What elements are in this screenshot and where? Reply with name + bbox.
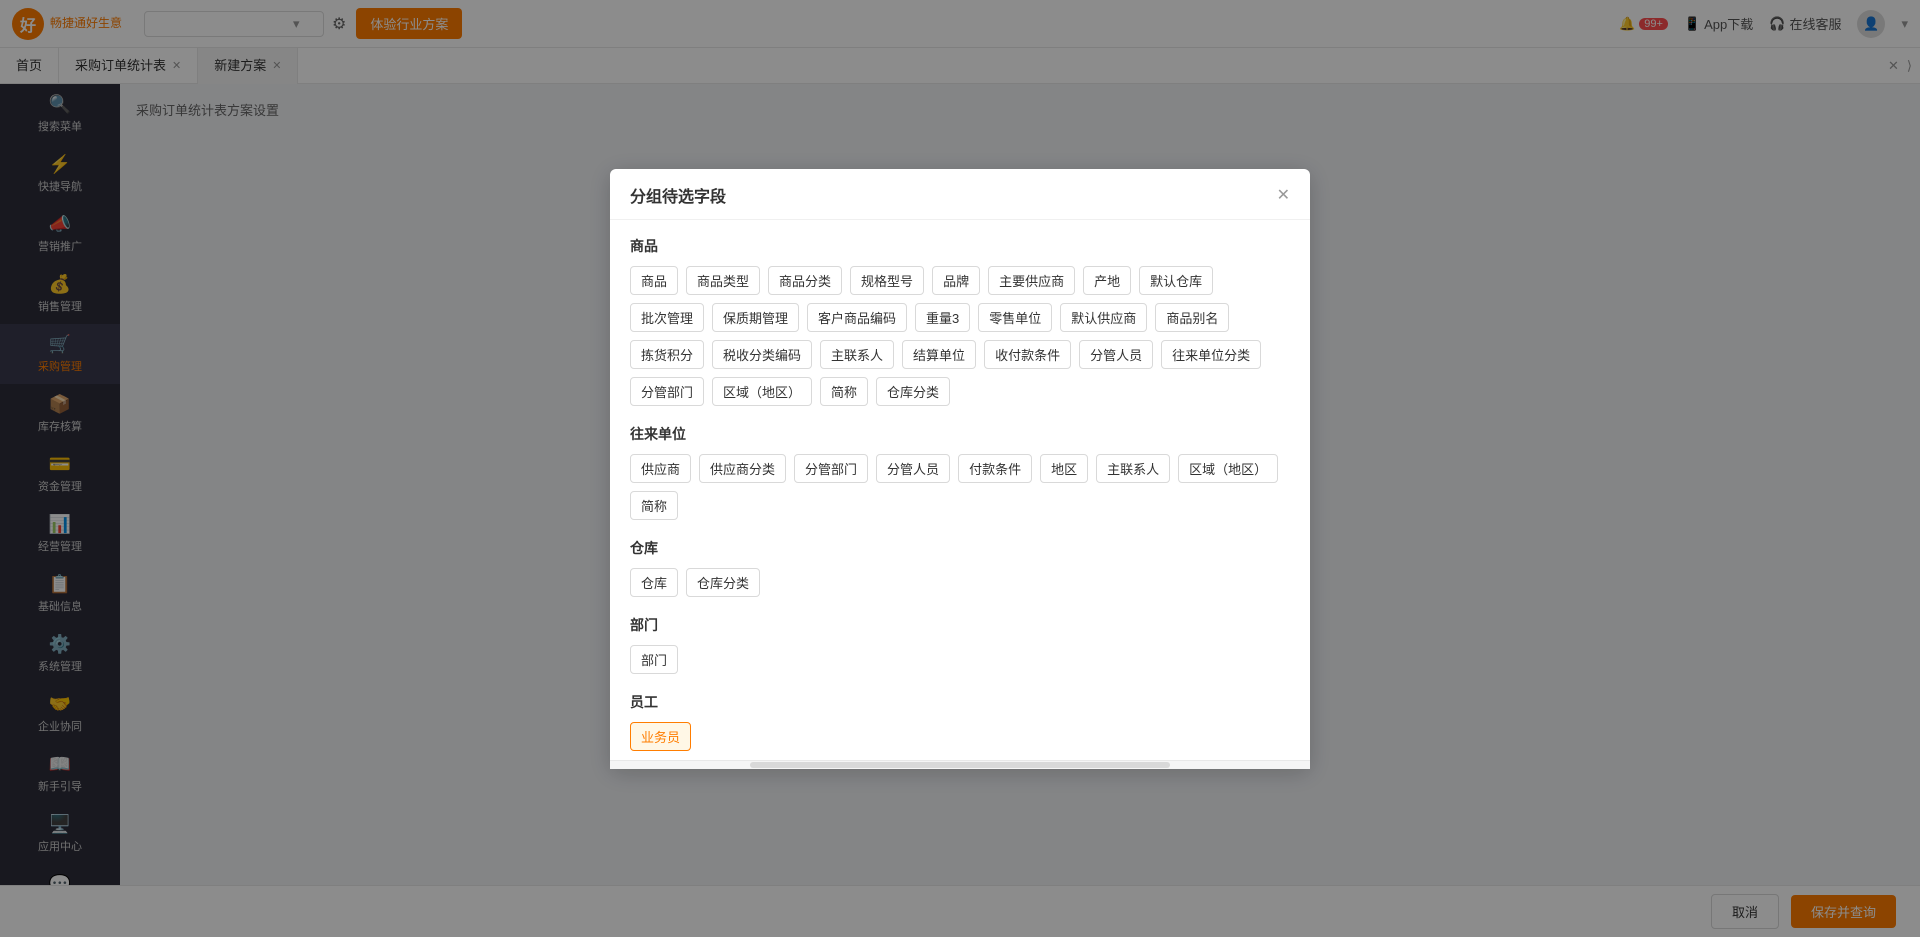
field-tags-1: 供应商供应商分类分管部门分管人员付款条件地区主联系人区域（地区） 简称 [630, 454, 1290, 520]
field-section-4: 员工业务员 [630, 692, 1290, 751]
field-tag-0-16[interactable]: 税收分类编码 [712, 340, 812, 369]
field-tag-1-6[interactable]: 主联系人 [1096, 454, 1170, 483]
field-tag-1-1[interactable]: 供应商分类 [699, 454, 786, 483]
field-tag-0-15[interactable]: 拣货积分 [630, 340, 704, 369]
field-tag-0-0[interactable]: 商品 [630, 266, 678, 295]
field-tag-0-24[interactable]: 简称 [820, 377, 868, 406]
dialog-title: 分组待选字段 [630, 183, 726, 207]
section-title-3: 部门 [630, 615, 1290, 635]
field-section-3: 部门部门 [630, 615, 1290, 674]
overlay: 分组待选字段 ✕ 商品商品商品类型商品分类规格型号品牌主要供应商产地默认仓库批次… [0, 0, 1920, 937]
field-tag-0-20[interactable]: 分管人员 [1079, 340, 1153, 369]
field-tag-4-0[interactable]: 业务员 [630, 722, 691, 751]
field-tag-0-9[interactable]: 保质期管理 [712, 303, 799, 332]
field-tag-1-8[interactable]: 简称 [630, 491, 678, 520]
field-tags-0: 商品商品类型商品分类规格型号品牌主要供应商产地默认仓库批次管理保质期管理客户商品… [630, 266, 1290, 406]
field-section-1: 往来单位供应商供应商分类分管部门分管人员付款条件地区主联系人区域（地区） 简称 [630, 424, 1290, 520]
field-tag-1-4[interactable]: 付款条件 [958, 454, 1032, 483]
dialog-header: 分组待选字段 ✕ [610, 169, 1310, 220]
field-select-dialog: 分组待选字段 ✕ 商品商品商品类型商品分类规格型号品牌主要供应商产地默认仓库批次… [610, 169, 1310, 769]
field-tag-2-1[interactable]: 仓库分类 [686, 568, 760, 597]
field-tags-2: 仓库仓库分类 [630, 568, 1290, 597]
field-tags-4: 业务员 [630, 722, 1290, 751]
section-title-2: 仓库 [630, 538, 1290, 558]
field-tag-1-0[interactable]: 供应商 [630, 454, 691, 483]
field-tag-1-2[interactable]: 分管部门 [794, 454, 868, 483]
section-title-4: 员工 [630, 692, 1290, 712]
field-tag-0-2[interactable]: 商品分类 [768, 266, 842, 295]
field-tag-0-18[interactable]: 结算单位 [902, 340, 976, 369]
field-tag-0-13[interactable]: 默认供应商 [1060, 303, 1147, 332]
section-title-1: 往来单位 [630, 424, 1290, 444]
field-tag-2-0[interactable]: 仓库 [630, 568, 678, 597]
field-tag-0-11[interactable]: 重量3 [915, 303, 970, 332]
field-tag-0-17[interactable]: 主联系人 [820, 340, 894, 369]
field-tag-0-5[interactable]: 主要供应商 [988, 266, 1075, 295]
field-section-0: 商品商品商品类型商品分类规格型号品牌主要供应商产地默认仓库批次管理保质期管理客户… [630, 236, 1290, 406]
field-tag-1-7[interactable]: 区域（地区） [1178, 454, 1278, 483]
field-tag-0-19[interactable]: 收付款条件 [984, 340, 1071, 369]
field-tag-0-10[interactable]: 客户商品编码 [807, 303, 907, 332]
field-tag-0-7[interactable]: 默认仓库 [1139, 266, 1213, 295]
close-icon[interactable]: ✕ [1277, 185, 1290, 205]
field-tag-0-4[interactable]: 品牌 [932, 266, 980, 295]
dialog-body[interactable]: 商品商品商品类型商品分类规格型号品牌主要供应商产地默认仓库批次管理保质期管理客户… [610, 220, 1310, 761]
field-tag-0-1[interactable]: 商品类型 [686, 266, 760, 295]
field-tag-0-12[interactable]: 零售单位 [978, 303, 1052, 332]
field-tag-0-25[interactable]: 仓库分类 [876, 377, 950, 406]
field-tag-1-3[interactable]: 分管人员 [876, 454, 950, 483]
field-tags-3: 部门 [630, 645, 1290, 674]
field-tag-3-0[interactable]: 部门 [630, 645, 678, 674]
field-tag-0-8[interactable]: 批次管理 [630, 303, 704, 332]
field-tag-1-5[interactable]: 地区 [1040, 454, 1088, 483]
field-tag-0-23[interactable]: 区域（地区） [712, 377, 812, 406]
field-section-2: 仓库仓库仓库分类 [630, 538, 1290, 597]
field-tag-0-14[interactable]: 商品别名 [1155, 303, 1229, 332]
scrollbar-thumb [750, 762, 1170, 768]
field-tag-0-6[interactable]: 产地 [1083, 266, 1131, 295]
horizontal-scrollbar[interactable] [610, 760, 1310, 769]
field-tag-0-22[interactable]: 分管部门 [630, 377, 704, 406]
field-tag-0-21[interactable]: 往来单位分类 [1161, 340, 1261, 369]
field-tag-0-3[interactable]: 规格型号 [850, 266, 924, 295]
section-title-0: 商品 [630, 236, 1290, 256]
